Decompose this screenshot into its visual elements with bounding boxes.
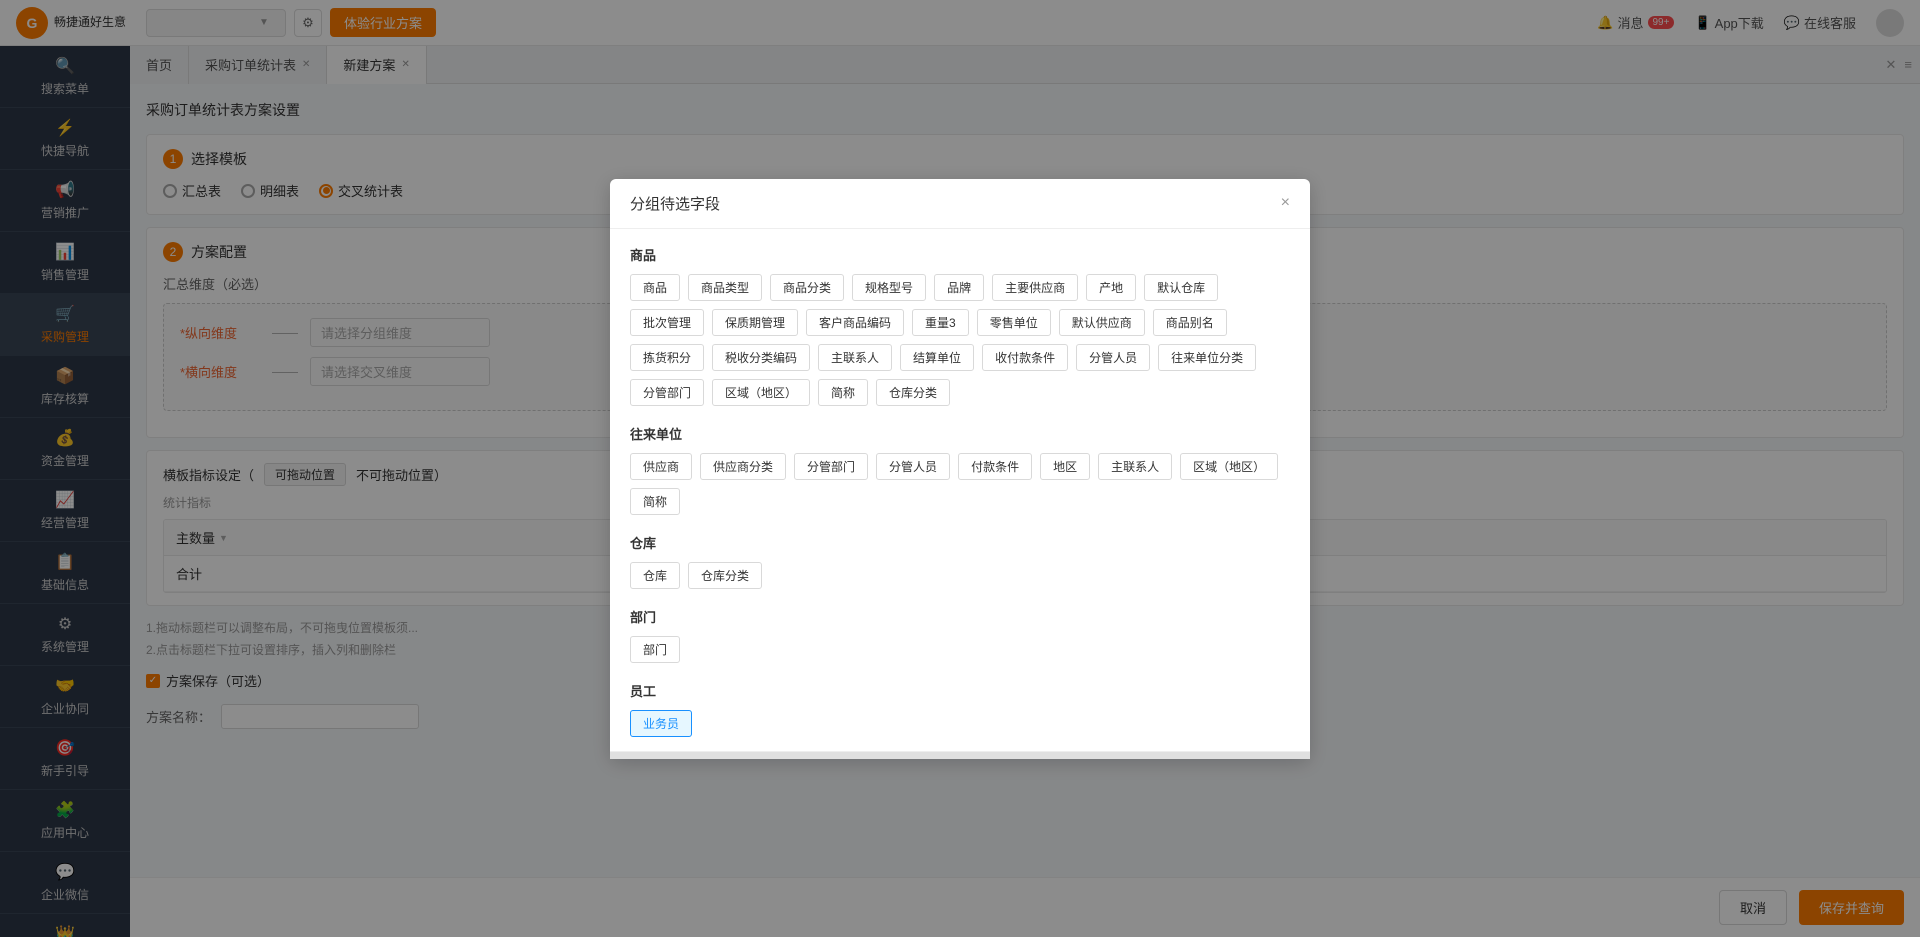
- field-tag[interactable]: 主联系人: [1098, 453, 1172, 480]
- section-product-title: 商品: [630, 245, 1290, 264]
- field-tag[interactable]: 简称: [630, 488, 680, 515]
- section-department-grid: 部门: [630, 636, 1290, 663]
- field-tag[interactable]: 商品: [630, 274, 680, 301]
- section-partner-title: 往来单位: [630, 424, 1290, 443]
- field-tag[interactable]: 区域（地区）: [712, 379, 810, 406]
- field-tag[interactable]: 收付款条件: [982, 344, 1068, 371]
- field-tag[interactable]: 规格型号: [852, 274, 926, 301]
- section-warehouse-title: 仓库: [630, 533, 1290, 552]
- field-tag-employee[interactable]: 业务员: [630, 710, 692, 737]
- field-tag[interactable]: 商品别名: [1153, 309, 1227, 336]
- field-tag[interactable]: 部门: [630, 636, 680, 663]
- field-tag[interactable]: 仓库: [630, 562, 680, 589]
- field-tag[interactable]: 品牌: [934, 274, 984, 301]
- field-tag[interactable]: 税收分类编码: [712, 344, 810, 371]
- field-tag[interactable]: 零售单位: [977, 309, 1051, 336]
- section-employee-title: 员工: [630, 681, 1290, 700]
- section-partner-grid: 供应商 供应商分类 分管部门 分管人员 付款条件 地区 主联系人 区域（地区） …: [630, 453, 1290, 515]
- modal-title: 分组待选字段: [630, 193, 720, 214]
- field-tag[interactable]: 重量3: [912, 309, 969, 336]
- field-tag[interactable]: 区域（地区）: [1180, 453, 1278, 480]
- field-tag[interactable]: 分管人员: [876, 453, 950, 480]
- field-tag[interactable]: 保质期管理: [712, 309, 798, 336]
- section-employee: 员工 业务员: [630, 681, 1290, 737]
- modal-dialog: 分组待选字段 × 商品 商品 商品类型 商品分类 规格型号 品牌 主要供应商 产…: [610, 179, 1310, 759]
- field-tag[interactable]: 仓库分类: [688, 562, 762, 589]
- section-employee-grid: 业务员: [630, 710, 1290, 737]
- field-tag[interactable]: 供应商分类: [700, 453, 786, 480]
- section-product-grid: 商品 商品类型 商品分类 规格型号 品牌 主要供应商 产地 默认仓库 批次管理 …: [630, 274, 1290, 406]
- field-tag[interactable]: 分管部门: [630, 379, 704, 406]
- field-tag[interactable]: 拣货积分: [630, 344, 704, 371]
- field-tag[interactable]: 批次管理: [630, 309, 704, 336]
- field-tag[interactable]: 商品类型: [688, 274, 762, 301]
- section-partner: 往来单位 供应商 供应商分类 分管部门 分管人员 付款条件 地区 主联系人 区域…: [630, 424, 1290, 515]
- modal-overlay: 分组待选字段 × 商品 商品 商品类型 商品分类 规格型号 品牌 主要供应商 产…: [0, 0, 1920, 937]
- field-tag[interactable]: 主要供应商: [992, 274, 1078, 301]
- field-tag[interactable]: 付款条件: [958, 453, 1032, 480]
- field-tag[interactable]: 分管部门: [794, 453, 868, 480]
- field-tag[interactable]: 供应商: [630, 453, 692, 480]
- field-tag[interactable]: 主联系人: [818, 344, 892, 371]
- modal-hscroll-bar: [610, 751, 1310, 759]
- field-tag[interactable]: 商品分类: [770, 274, 844, 301]
- modal-body[interactable]: 商品 商品 商品类型 商品分类 规格型号 品牌 主要供应商 产地 默认仓库 批次…: [610, 229, 1310, 751]
- modal-close-button[interactable]: ×: [1281, 194, 1290, 212]
- section-warehouse: 仓库 仓库 仓库分类: [630, 533, 1290, 589]
- field-tag[interactable]: 仓库分类: [876, 379, 950, 406]
- field-tag[interactable]: 结算单位: [900, 344, 974, 371]
- field-tag[interactable]: 分管人员: [1076, 344, 1150, 371]
- field-tag[interactable]: 地区: [1040, 453, 1090, 480]
- section-department: 部门 部门: [630, 607, 1290, 663]
- field-tag[interactable]: 简称: [818, 379, 868, 406]
- section-product: 商品 商品 商品类型 商品分类 规格型号 品牌 主要供应商 产地 默认仓库 批次…: [630, 245, 1290, 406]
- field-tag[interactable]: 往来单位分类: [1158, 344, 1256, 371]
- modal-hscroll[interactable]: [610, 751, 1310, 759]
- field-tag[interactable]: 客户商品编码: [806, 309, 904, 336]
- field-tag[interactable]: 默认供应商: [1059, 309, 1145, 336]
- section-warehouse-grid: 仓库 仓库分类: [630, 562, 1290, 589]
- section-department-title: 部门: [630, 607, 1290, 626]
- field-tag[interactable]: 产地: [1086, 274, 1136, 301]
- modal-header: 分组待选字段 ×: [610, 179, 1310, 229]
- field-tag[interactable]: 默认仓库: [1144, 274, 1218, 301]
